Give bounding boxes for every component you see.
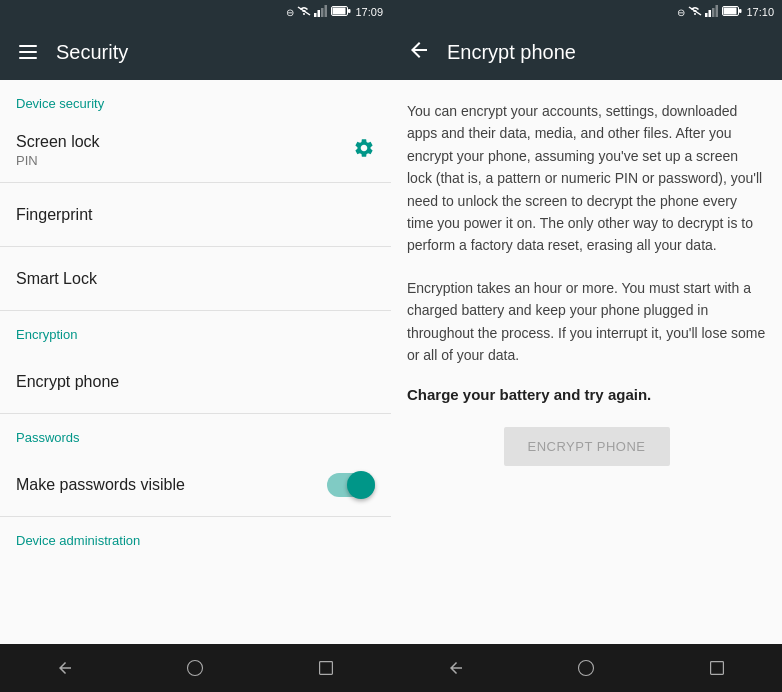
encrypt-content: You can encrypt your accounts, settings,… — [391, 80, 782, 644]
device-admin-header: Device administration — [0, 517, 391, 556]
right-status-bar: ⊖ — [391, 0, 782, 24]
svg-rect-3 — [321, 8, 324, 17]
encrypt-button-container: ENCRYPT PHONE — [407, 427, 766, 482]
device-security-header: Device security — [0, 80, 391, 119]
right-home-nav[interactable] — [562, 644, 610, 692]
right-bottom-nav — [391, 644, 782, 692]
left-time: 17:09 — [355, 6, 383, 18]
svg-rect-11 — [705, 13, 708, 17]
right-wifi-icon — [688, 5, 702, 19]
right-time: 17:10 — [746, 6, 774, 18]
svg-point-8 — [188, 661, 203, 676]
encrypt-paragraph-1: You can encrypt your accounts, settings,… — [407, 100, 766, 257]
left-bottom-nav — [0, 644, 391, 692]
screen-lock-title: Screen lock — [16, 133, 353, 151]
fingerprint-content: Fingerprint — [16, 206, 375, 224]
hamburger-line-3 — [19, 57, 37, 59]
encryption-header: Encryption — [0, 311, 391, 350]
right-signal-icon — [705, 5, 719, 19]
right-toolbar-title: Encrypt phone — [447, 41, 766, 64]
left-toolbar: Security — [0, 24, 391, 80]
screen-lock-content: Screen lock PIN — [16, 133, 353, 168]
encrypt-phone-title: Encrypt phone — [16, 373, 375, 391]
right-panel: ⊖ — [391, 0, 782, 692]
right-battery-icon — [722, 5, 742, 19]
encrypt-phone-item[interactable]: Encrypt phone — [0, 350, 391, 414]
fingerprint-item[interactable]: Fingerprint — [0, 183, 391, 247]
hamburger-line-1 — [19, 45, 37, 47]
back-icon[interactable] — [407, 38, 431, 67]
passwords-visible-content: Make passwords visible — [16, 476, 327, 494]
svg-point-0 — [303, 13, 305, 15]
left-home-nav[interactable] — [171, 644, 219, 692]
svg-rect-6 — [333, 8, 346, 15]
left-toolbar-title: Security — [56, 41, 375, 64]
settings-list: Device security Screen lock PIN Fingerpr… — [0, 80, 391, 644]
wifi-icon — [297, 5, 311, 19]
svg-rect-7 — [348, 9, 351, 13]
svg-rect-12 — [709, 10, 712, 17]
right-recents-nav[interactable] — [693, 644, 741, 692]
smart-lock-item[interactable]: Smart Lock — [0, 247, 391, 311]
screen-lock-item[interactable]: Screen lock PIN — [0, 119, 391, 183]
battery-icon — [331, 5, 351, 19]
svg-rect-16 — [724, 8, 737, 15]
right-status-icons: ⊖ — [677, 5, 742, 19]
left-status-icons: ⊖ — [286, 5, 351, 19]
screen-lock-subtitle: PIN — [16, 153, 353, 168]
svg-rect-14 — [716, 5, 719, 17]
left-recents-nav[interactable] — [302, 644, 350, 692]
right-toolbar: Encrypt phone — [391, 24, 782, 80]
svg-rect-2 — [318, 10, 321, 17]
encrypt-paragraph-2: Encryption takes an hour or more. You mu… — [407, 277, 766, 367]
passwords-visible-title: Make passwords visible — [16, 476, 327, 494]
svg-rect-13 — [712, 8, 715, 17]
encrypt-phone-content: Encrypt phone — [16, 373, 375, 391]
hamburger-line-2 — [19, 51, 37, 53]
passwords-toggle[interactable] — [327, 471, 375, 499]
toggle-thumb — [347, 471, 375, 499]
encrypt-phone-button[interactable]: ENCRYPT PHONE — [504, 427, 670, 466]
fingerprint-title: Fingerprint — [16, 206, 375, 224]
right-back-nav[interactable] — [432, 644, 480, 692]
svg-point-18 — [579, 661, 594, 676]
menu-icon[interactable] — [16, 40, 40, 64]
passwords-header: Passwords — [0, 414, 391, 453]
svg-rect-19 — [710, 662, 723, 675]
signal-icon — [314, 5, 328, 19]
dnd-icon: ⊖ — [286, 7, 294, 18]
encrypt-warning: Charge your battery and try again. — [407, 386, 766, 403]
gear-icon[interactable] — [353, 137, 375, 165]
svg-point-10 — [694, 13, 696, 15]
left-back-nav[interactable] — [41, 644, 89, 692]
left-status-bar: ⊖ — [0, 0, 391, 24]
left-panel: ⊖ — [0, 0, 391, 692]
smart-lock-content: Smart Lock — [16, 270, 375, 288]
right-dnd-icon: ⊖ — [677, 7, 685, 18]
svg-rect-1 — [314, 13, 317, 17]
passwords-visible-item[interactable]: Make passwords visible — [0, 453, 391, 517]
svg-rect-4 — [325, 5, 328, 17]
svg-rect-9 — [319, 662, 332, 675]
smart-lock-title: Smart Lock — [16, 270, 375, 288]
svg-rect-17 — [739, 9, 742, 13]
